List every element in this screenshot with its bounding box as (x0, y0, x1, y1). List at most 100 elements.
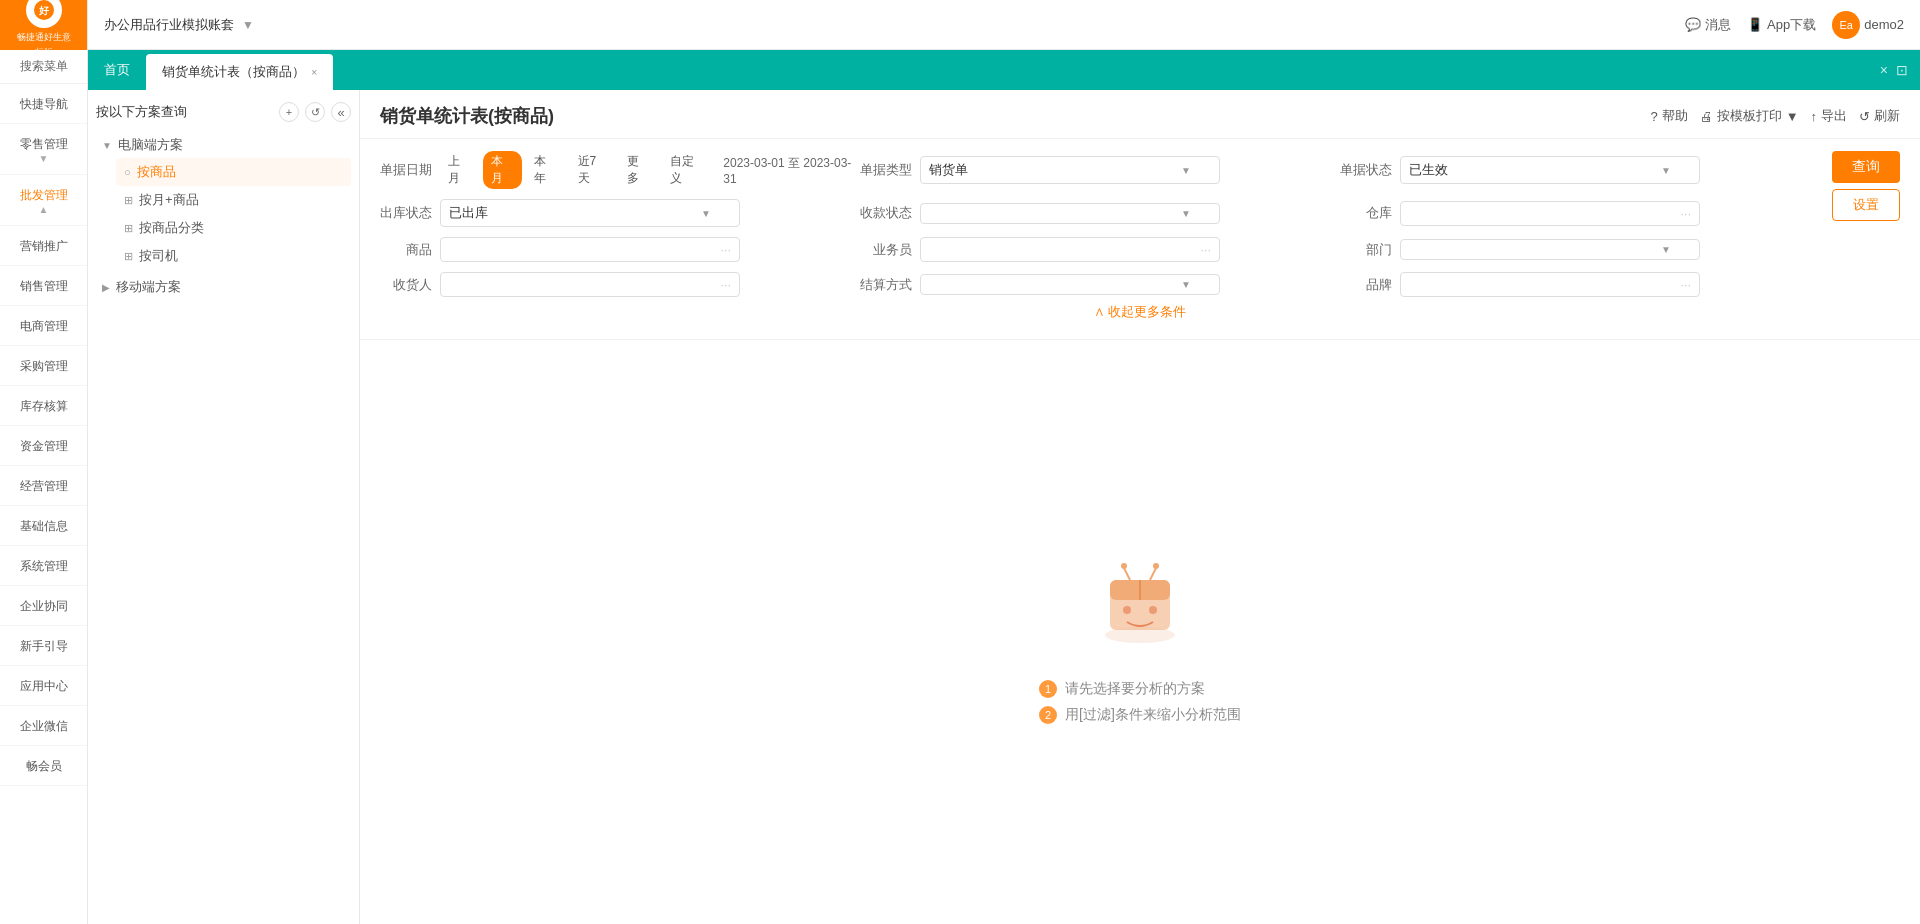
filter-receiver-group: 收货人 ··· (380, 272, 860, 297)
sidebar-item-sales[interactable]: 销售管理 (0, 266, 87, 306)
export-label: 导出 (1821, 107, 1847, 125)
docstatus-select[interactable]: 已生效 ▼ (1400, 156, 1700, 184)
sidebar-item-wholesale[interactable]: 批发管理 ▲ (0, 175, 87, 226)
help-icon: ? (1650, 109, 1657, 124)
paymentstatus-arrow-icon: ▼ (1181, 208, 1191, 219)
shortcut-lastmonth[interactable]: 上月 (440, 151, 479, 189)
shortcut-thismonth[interactable]: 本月 (483, 151, 522, 189)
docstatus-label: 单据状态 (1340, 161, 1400, 179)
svg-point-6 (1123, 606, 1131, 614)
tree-child-by-driver[interactable]: ⊞ 按司机 (116, 242, 351, 270)
sidebar-item-finance[interactable]: 资金管理 (0, 426, 87, 466)
doctype-select[interactable]: 销货单 ▼ (920, 156, 1220, 184)
tab-minimize-button[interactable]: × (1880, 62, 1888, 78)
doctype-value: 销货单 (929, 161, 968, 179)
tree-child-by-goods[interactable]: ○ 按商品 (116, 158, 351, 186)
sidebar-item-retail[interactable]: 零售管理 ▼ (0, 124, 87, 175)
fp-add-icon[interactable]: + (279, 102, 299, 122)
export-button[interactable]: ↑ 导出 (1811, 107, 1848, 125)
industry-dropdown[interactable]: ▼ (242, 18, 254, 32)
sidebar-item-purchase[interactable]: 采购管理 (0, 346, 87, 386)
sidebar-item-marketing[interactable]: 营销推广 (0, 226, 87, 266)
page-actions: ? 帮助 🖨 按模板打印 ▼ ↑ 导出 ↺ 刷新 (1650, 107, 1900, 125)
svg-point-9 (1121, 563, 1127, 569)
sidebar-item-enterprise[interactable]: 企业协同 (0, 586, 87, 626)
tree-parent-pc[interactable]: ▼ 电脑端方案 (96, 132, 351, 158)
user-profile[interactable]: Ea demo2 (1832, 11, 1904, 39)
settlement-select[interactable]: ▼ (920, 274, 1220, 295)
sidebar-item-operations[interactable]: 经营管理 (0, 466, 87, 506)
svg-line-10 (1150, 568, 1156, 580)
app-download-button[interactable]: 📱 App下载 (1747, 16, 1816, 34)
sidebar-item-appcenter[interactable]: 应用中心 (0, 666, 87, 706)
page-title-bar: 销货单统计表(按商品) ? 帮助 🖨 按模板打印 ▼ ↑ 导出 (360, 90, 1920, 139)
staff-input[interactable]: ··· (920, 237, 1220, 262)
warehouse-label: 仓库 (1340, 204, 1400, 222)
sidebar-item-inventory[interactable]: 库存核算 (0, 386, 87, 426)
receiver-input[interactable]: ··· (440, 272, 740, 297)
paymentstatus-select[interactable]: ▼ (920, 203, 1220, 224)
logo-icon: 好 (26, 0, 62, 28)
settlement-arrow-icon: ▼ (1181, 279, 1191, 290)
goods-input[interactable]: ··· (440, 237, 740, 262)
stockstatus-arrow-icon: ▼ (701, 208, 711, 219)
settings-button[interactable]: 设置 (1832, 189, 1900, 221)
tab-close-button[interactable]: × (311, 66, 317, 78)
shortcut-custom[interactable]: 自定义 (662, 151, 713, 189)
empty-area: 1 请先选择要分析的方案 2 用[过滤]条件来缩小分析范围 (360, 340, 1920, 924)
print-button[interactable]: 🖨 按模板打印 ▼ (1700, 107, 1799, 125)
message-button[interactable]: 💬 消息 (1685, 16, 1731, 34)
tab-maximize-button[interactable]: ⊡ (1896, 62, 1908, 78)
sidebar-item-system[interactable]: 系统管理 (0, 546, 87, 586)
pc-scheme-label: 电脑端方案 (118, 136, 183, 154)
sidebar-item-wechat[interactable]: 企业微信 (0, 706, 87, 746)
tab-home[interactable]: 首页 (88, 50, 146, 90)
tab-controls: × ⊡ (1880, 62, 1920, 78)
department-select[interactable]: ▼ (1400, 239, 1700, 260)
svg-point-7 (1149, 606, 1157, 614)
print-icon: 🖨 (1700, 109, 1713, 124)
stockstatus-select[interactable]: 已出库 ▼ (440, 199, 740, 227)
warehouse-dots-icon: ··· (1680, 206, 1691, 221)
tree-child-by-category[interactable]: ⊞ 按商品分类 (116, 214, 351, 242)
tree-child-by-month-goods[interactable]: ⊞ 按月+商品 (116, 186, 351, 214)
tree-parent-mobile[interactable]: ▶ 移动端方案 (96, 274, 351, 300)
sidebar-item-member[interactable]: 畅会员 (0, 746, 87, 786)
search-menu-label[interactable]: 搜索菜单 (20, 59, 68, 73)
collapse-button[interactable]: ∧ 收起更多条件 (380, 297, 1900, 327)
sidebar-item-ecommerce[interactable]: 电商管理 (0, 306, 87, 346)
sidebar-item-quicknav[interactable]: 快捷导航 (0, 84, 87, 124)
warehouse-input[interactable]: ··· (1400, 201, 1700, 226)
main-wrapper: 办公用品行业模拟账套 ▼ 💬 消息 📱 App下载 Ea demo2 首页 销货… (88, 0, 1920, 924)
empty-tips: 1 请先选择要分析的方案 2 用[过滤]条件来缩小分析范围 (1039, 680, 1241, 724)
scheme-icon-4: ⊞ (124, 250, 133, 263)
empty-illustration (1080, 540, 1200, 660)
filter-docstatus-group: 单据状态 已生效 ▼ (1340, 156, 1820, 184)
scheme-label-2: 按月+商品 (139, 191, 199, 209)
home-tab-label: 首页 (104, 61, 130, 79)
shortcut-thisyear[interactable]: 本年 (526, 151, 565, 189)
docstatus-arrow-icon: ▼ (1661, 165, 1671, 176)
message-label: 消息 (1705, 16, 1731, 34)
help-button[interactable]: ? 帮助 (1650, 107, 1687, 125)
scheme-icon-3: ⊞ (124, 222, 133, 235)
print-label: 按模板打印 (1717, 107, 1782, 125)
refresh-button[interactable]: ↺ 刷新 (1859, 107, 1900, 125)
shortcut-7days[interactable]: 近7天 (570, 151, 616, 189)
sidebar-item-basicinfo[interactable]: 基础信息 (0, 506, 87, 546)
sidebar-search[interactable]: 搜索菜单 (0, 50, 87, 84)
fp-collapse-icon[interactable]: « (331, 102, 351, 122)
filter-stockstatus-group: 出库状态 已出库 ▼ (380, 199, 860, 227)
filter-staff-group: 业务员 ··· (860, 237, 1340, 262)
stockstatus-value: 已出库 (449, 204, 488, 222)
shortcut-more[interactable]: 更多 (619, 151, 658, 189)
fp-refresh-icon[interactable]: ↺ (305, 102, 325, 122)
tip-num-2: 2 (1039, 706, 1057, 724)
tree-children-pc: ○ 按商品 ⊞ 按月+商品 ⊞ 按商品分类 ⊞ (96, 158, 351, 270)
goods-dots-icon: ··· (720, 242, 731, 257)
sidebar-item-newuser[interactable]: 新手引导 (0, 626, 87, 666)
brand-input[interactable]: ··· (1400, 272, 1700, 297)
tab-active[interactable]: 销货单统计表（按商品） × (146, 54, 333, 90)
filter-row-4: 收货人 ··· 结算方式 ▼ (380, 272, 1820, 297)
query-button[interactable]: 查询 (1832, 151, 1900, 183)
